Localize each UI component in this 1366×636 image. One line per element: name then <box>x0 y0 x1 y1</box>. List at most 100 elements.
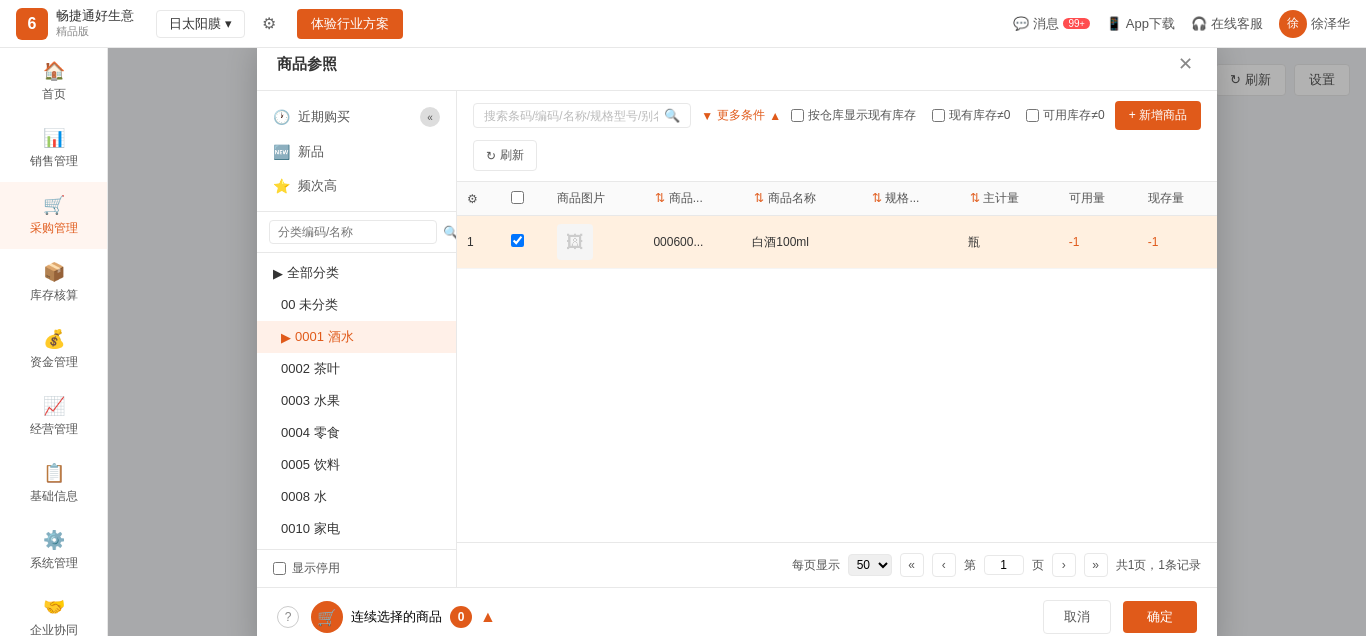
category-0010[interactable]: 0010 家电 <box>257 513 456 545</box>
category-0008[interactable]: 0008 水 <box>257 481 456 513</box>
row-stock: -1 <box>1138 216 1217 269</box>
cart-icon: 🛒 <box>311 601 343 633</box>
modal-backdrop: 商品参照 ✕ 🕐 近期购买 « <box>108 48 1366 636</box>
col-available: 可用量 <box>1059 182 1138 216</box>
messages-nav-item[interactable]: 💬 消息 99+ <box>1013 15 1089 33</box>
store-selector[interactable]: 日太阳膜 ▾ <box>156 10 245 38</box>
logo-icon: 6 <box>16 8 48 40</box>
select-all-checkbox[interactable] <box>511 191 524 204</box>
collapse-arrow-icon[interactable]: ▲ <box>480 608 496 626</box>
total-info: 共1页，1条记录 <box>1116 557 1201 574</box>
stock-not-zero-checkbox[interactable] <box>932 109 945 122</box>
left-tab-new[interactable]: 🆕 新品 <box>257 135 456 169</box>
show-disabled-checkbox[interactable] <box>273 562 286 575</box>
sidebar-item-sales[interactable]: 📊 销售管理 <box>0 115 107 182</box>
message-icon: 💬 <box>1013 16 1029 31</box>
sidebar-item-purchase[interactable]: 🛒 采购管理 <box>0 182 107 249</box>
message-badge: 99+ <box>1063 18 1089 29</box>
page-input[interactable] <box>984 555 1024 575</box>
sidebar-item-basic-info[interactable]: 📋 基础信息 <box>0 450 107 517</box>
col-image: 商品图片 <box>547 182 643 216</box>
modal-close-button[interactable]: ✕ <box>1173 52 1197 76</box>
show-disabled-label: 显示停用 <box>292 560 340 577</box>
help-icon[interactable]: ? <box>277 606 299 628</box>
category-0003[interactable]: 0003 水果 <box>257 385 456 417</box>
sidebar-item-system[interactable]: ⚙️ 系统管理 <box>0 517 107 584</box>
table-body: 1 🖼 000600... 白酒100ml <box>457 216 1217 269</box>
add-product-button[interactable]: + 新增商品 <box>1115 101 1201 130</box>
modal-title: 商品参照 <box>277 55 337 74</box>
collapse-button[interactable]: « <box>420 107 440 127</box>
category-all[interactable]: ▶ 全部分类 <box>257 257 456 289</box>
product-table-wrapper: ⚙ 商品图片 <box>457 182 1217 542</box>
col-settings: ⚙ <box>457 182 501 216</box>
sidebar-item-enterprise[interactable]: 🤝 企业协同 <box>0 584 107 636</box>
gear-icon[interactable]: ⚙ <box>253 8 285 40</box>
avatar: 徐 <box>1279 10 1307 38</box>
col-name[interactable]: ⇅ 商品名称 <box>742 182 860 216</box>
confirm-button[interactable]: 确定 <box>1123 601 1197 633</box>
col-spec[interactable]: ⇅ 规格... <box>860 182 958 216</box>
category-search-area: 🔍 <box>257 212 456 253</box>
page-first-button[interactable]: « <box>900 553 924 577</box>
page-prev-button[interactable]: ‹ <box>932 553 956 577</box>
category-0002-label: 0002 茶叶 <box>281 360 340 378</box>
category-search-input[interactable] <box>269 220 437 244</box>
sales-icon: 📊 <box>43 127 65 149</box>
sidebar-item-inventory[interactable]: 📦 库存核算 <box>0 249 107 316</box>
left-tab-frequent[interactable]: ⭐ 频次高 <box>257 169 456 203</box>
available-not-zero-checkbox[interactable] <box>1026 109 1039 122</box>
search-icon[interactable]: 🔍 <box>664 108 680 123</box>
category-0001[interactable]: ▶ 0001 酒水 <box>257 321 456 353</box>
page-next-button[interactable]: › <box>1052 553 1076 577</box>
chevron-up-icon: ▲ <box>769 109 781 123</box>
app-download-nav-item[interactable]: 📱 App下载 <box>1106 15 1175 33</box>
row-checkbox-cell <box>501 216 548 269</box>
cancel-button[interactable]: 取消 <box>1043 600 1111 634</box>
continuous-select-label: 连续选择的商品 <box>351 608 442 626</box>
chevron-down-icon: ▾ <box>225 16 232 31</box>
category-0003-label: 0003 水果 <box>281 392 340 410</box>
recent-icon: 🕐 <box>273 109 290 125</box>
logo-name: 畅捷通好生意 <box>56 8 134 24</box>
left-tab-recent[interactable]: 🕐 近期购买 « <box>257 99 456 135</box>
checkbox-stock[interactable]: 现有库存≠0 <box>932 107 1010 124</box>
home-icon: 🏠 <box>43 60 65 82</box>
category-search-icon[interactable]: 🔍 <box>443 225 457 240</box>
category-00[interactable]: 00 未分类 <box>257 289 456 321</box>
search-input[interactable] <box>484 109 658 123</box>
sidebar-label-purchase: 采购管理 <box>30 220 78 237</box>
page-last-button[interactable]: » <box>1084 553 1108 577</box>
sidebar-label-system: 系统管理 <box>30 555 78 572</box>
page-unit: 页 <box>1032 557 1044 574</box>
category-0004[interactable]: 0004 零食 <box>257 417 456 449</box>
table-row[interactable]: 1 🖼 000600... 白酒100ml <box>457 216 1217 269</box>
system-icon: ⚙️ <box>43 529 65 551</box>
per-page-label: 每页显示 <box>792 557 840 574</box>
basic-info-icon: 📋 <box>43 462 65 484</box>
sidebar-item-finance[interactable]: 💰 资金管理 <box>0 316 107 383</box>
col-code[interactable]: ⇅ 商品... <box>643 182 742 216</box>
category-0005[interactable]: 0005 饮料 <box>257 449 456 481</box>
user-nav-item[interactable]: 徐 徐泽华 <box>1279 10 1350 38</box>
sidebar-item-operation[interactable]: 📈 经营管理 <box>0 383 107 450</box>
experience-button[interactable]: 体验行业方案 <box>297 9 403 39</box>
checkbox-warehouse[interactable]: 按仓库显示现有库存 <box>791 107 916 124</box>
refresh-button[interactable]: ↻ 刷新 <box>473 140 537 171</box>
top-nav: 6 畅捷通好生意 精品版 日太阳膜 ▾ ⚙ 体验行业方案 💬 消息 99+ 📱 … <box>0 0 1366 48</box>
warehouse-checkbox[interactable] <box>791 109 804 122</box>
main-layout: 🏠 首页 📊 销售管理 🛒 采购管理 📦 库存核算 💰 资金管理 📈 经营管理 … <box>0 48 1366 636</box>
category-0002[interactable]: 0002 茶叶 <box>257 353 456 385</box>
table-settings-icon[interactable]: ⚙ <box>467 192 478 206</box>
row-checkbox[interactable] <box>511 234 524 247</box>
new-icon: 🆕 <box>273 144 290 160</box>
col-unit[interactable]: ⇅ 主计量 <box>958 182 1059 216</box>
pagination: 每页显示 50 « ‹ 第 页 › » 共1页，1条记录 <box>457 542 1217 587</box>
per-page-select[interactable]: 50 <box>848 554 892 576</box>
online-service-nav-item[interactable]: 🎧 在线客服 <box>1191 15 1263 33</box>
checkbox-available[interactable]: 可用库存≠0 <box>1026 107 1104 124</box>
sidebar-item-home[interactable]: 🏠 首页 <box>0 48 107 115</box>
sidebar-label-basic-info: 基础信息 <box>30 488 78 505</box>
logo-area: 6 畅捷通好生意 精品版 <box>16 8 136 40</box>
filter-button[interactable]: ▼ 更多条件 ▲ <box>701 107 781 124</box>
